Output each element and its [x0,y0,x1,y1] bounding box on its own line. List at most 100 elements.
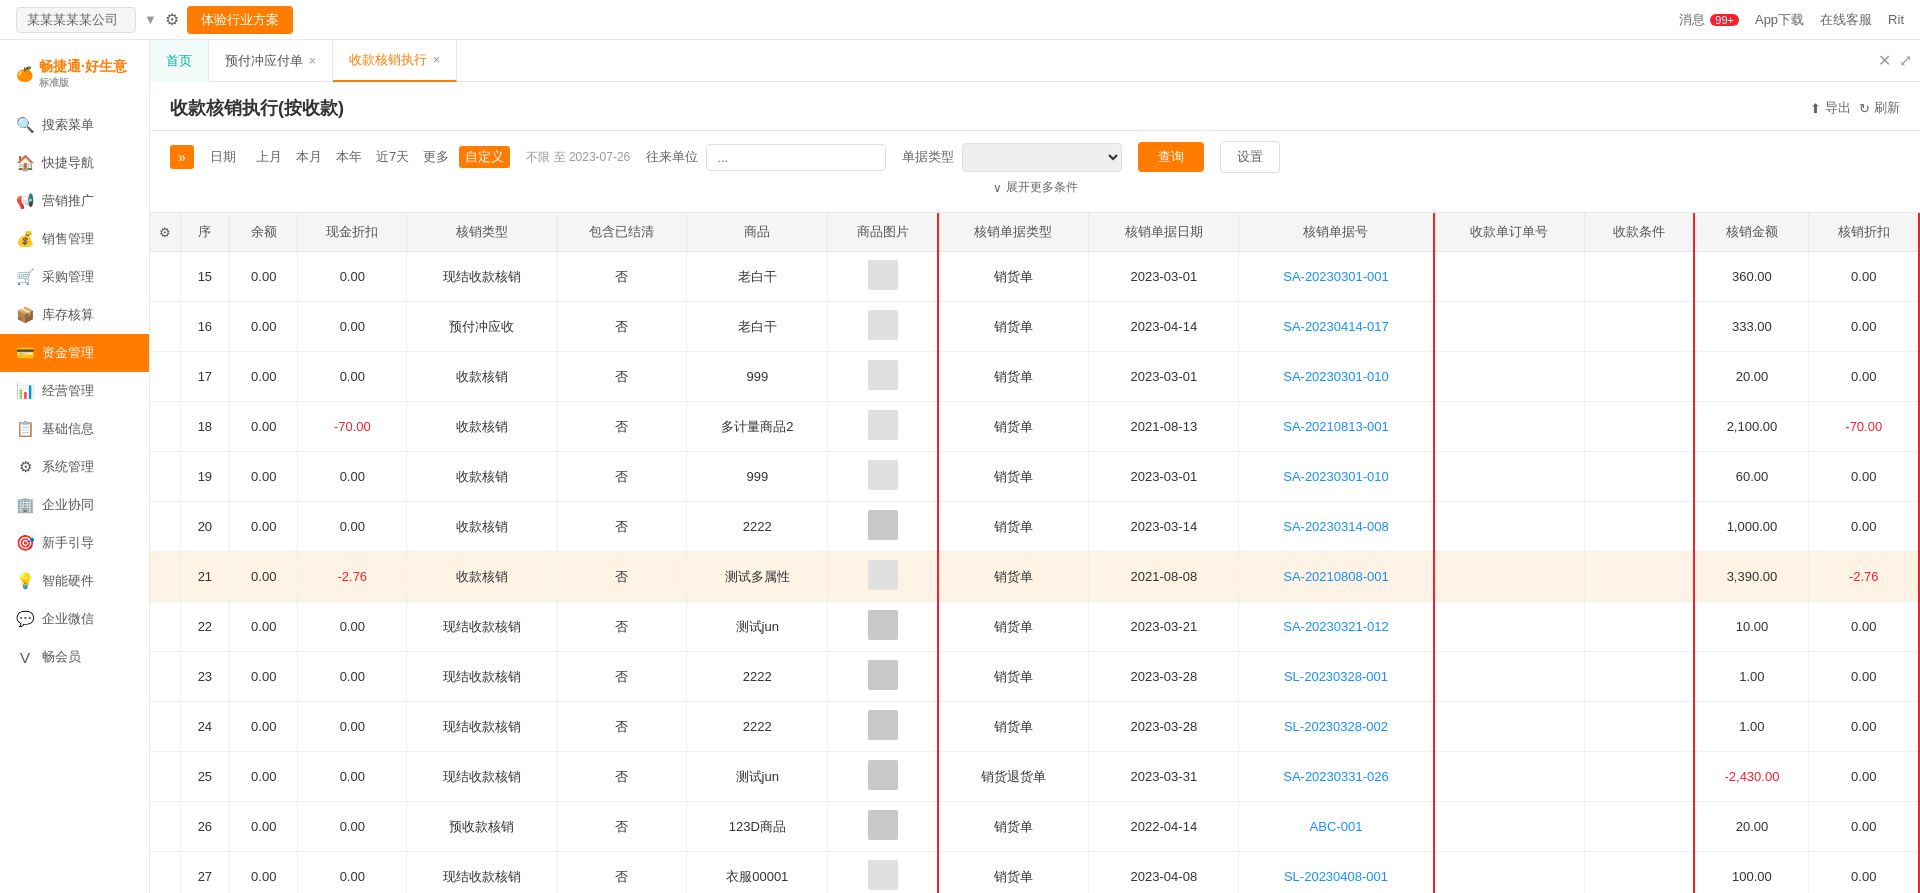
cell-writeoff-amount: 2,100.00 [1694,402,1809,452]
cell-doc-date: 2023-03-01 [1089,352,1239,402]
cell-receipt-order-no [1434,702,1585,752]
doc-no-link[interactable]: SA-20230301-010 [1283,369,1389,384]
sidebar-item-hardware[interactable]: 💡 智能硬件 [0,562,149,600]
filter-settings-btn[interactable]: 设置 [1220,141,1280,173]
sidebar-item-member[interactable]: V 畅会员 [0,638,149,676]
table-row: 15 0.00 0.00 现结收款核销 否 老白干 销货单 2023-03-01… [150,252,1919,302]
cell-cash-discount: 0.00 [298,652,407,702]
th-gear[interactable]: ⚙ [150,213,180,252]
doc-no-link[interactable]: SA-20210813-001 [1283,419,1389,434]
doc-no-link[interactable]: SA-20230301-001 [1283,269,1389,284]
doc-no-link[interactable]: SA-20230314-008 [1283,519,1389,534]
sidebar-item-business[interactable]: 📊 经营管理 [0,372,149,410]
sidebar-item-quick[interactable]: 🏠 快捷导航 [0,144,149,182]
cell-goods-img [828,752,938,802]
doc-no-link[interactable]: SA-20230414-017 [1283,319,1389,334]
doc-no-link[interactable]: SL-20230408-001 [1284,869,1388,884]
filter-date-more[interactable]: 更多 [419,146,453,168]
th-goods-img: 商品图片 [828,213,938,252]
filter-expand-btn[interactable]: » [170,145,194,169]
sidebar-item-capital[interactable]: 💳 资金管理 [0,334,149,372]
cell-writeoff-amount: -2,430.00 [1694,752,1809,802]
table-row: 19 0.00 0.00 收款核销 否 999 销货单 2023-03-01 S… [150,452,1919,502]
filter-from-unit-label: 往来单位 [646,148,698,166]
online-service-btn[interactable]: 在线客服 [1820,11,1872,29]
cell-writeoff-discount: 0.00 [1809,802,1919,852]
filter-date-custom[interactable]: 自定义 [459,146,510,168]
filter-date-7days[interactable]: 近7天 [372,146,413,168]
sidebar-item-search[interactable]: 🔍 搜索菜单 [0,106,149,144]
cell-receipt-order-no [1434,502,1585,552]
cell-no: 23 [180,652,230,702]
cell-doc-date: 2023-03-28 [1089,652,1239,702]
sidebar-item-marketing[interactable]: 📢 营销推广 [0,182,149,220]
export-btn[interactable]: ⬆ 导出 [1810,99,1851,117]
doc-no-link[interactable]: ABC-001 [1310,819,1363,834]
marketing-icon: 📢 [16,192,34,210]
cell-doc-type: 销货单 [938,252,1089,302]
expand-more-btn[interactable]: ∨ 展开更多条件 [993,179,1078,196]
doc-no-link[interactable]: SA-20230331-026 [1283,769,1389,784]
close-tab-btn[interactable]: ✕ [1878,51,1891,70]
tab-home[interactable]: 首页 [150,40,209,82]
filter-query-btn[interactable]: 查询 [1138,142,1204,172]
cell-doc-no: SL-20230408-001 [1239,852,1434,894]
sidebar-item-system[interactable]: ⚙ 系统管理 [0,448,149,486]
filter-date-this-month[interactable]: 本月 [292,146,326,168]
cell-receipt-order-no [1434,802,1585,852]
cell-no: 27 [180,852,230,894]
cell-doc-type: 销货单 [938,702,1089,752]
tab-prepay[interactable]: 预付冲应付单 × [209,40,333,82]
doc-no-link[interactable]: SL-20230328-001 [1284,669,1388,684]
tab-receipt[interactable]: 收款核销执行 × [333,40,457,82]
filter-from-unit-input[interactable] [706,144,886,171]
expand-tab-btn[interactable]: ⤢ [1899,51,1912,70]
cell-goods: 老白干 [687,252,828,302]
sidebar-item-guide[interactable]: 🎯 新手引导 [0,524,149,562]
cell-doc-no: ABC-001 [1239,802,1434,852]
doc-no-link[interactable]: SL-20230328-002 [1284,719,1388,734]
cell-goods: 123D商品 [687,802,828,852]
cell-balance: 0.00 [230,702,298,752]
sales-icon: 💰 [16,230,34,248]
trial-btn[interactable]: 体验行业方案 [187,6,293,34]
table-row: 26 0.00 0.00 预收款核销 否 123D商品 销货单 2022-04-… [150,802,1919,852]
filter-date-this-year[interactable]: 本年 [332,146,366,168]
tab-receipt-close[interactable]: × [433,53,440,67]
cell-settled: 否 [557,502,687,552]
wechat-icon: 💬 [16,610,34,628]
doc-no-link[interactable]: SA-20230321-012 [1283,619,1389,634]
cell-gear [150,552,180,602]
cell-writeoff-amount: 333.00 [1694,302,1809,352]
tab-prepay-close[interactable]: × [309,54,316,68]
company-dropdown-icon[interactable]: ▼ [144,12,157,27]
th-goods: 商品 [687,213,828,252]
settings-icon[interactable]: ⚙ [165,10,179,29]
cell-balance: 0.00 [230,652,298,702]
inventory-icon: 📦 [16,306,34,324]
table-container[interactable]: ⚙ 序 余额 现金折扣 核销类型 包含已结清 商品 商品图片 核销单据类型 核销… [150,213,1920,893]
message-btn[interactable]: 消息 99+ [1679,11,1739,29]
app-download-btn[interactable]: App下载 [1755,11,1804,29]
cell-no: 22 [180,602,230,652]
cell-goods-img [828,602,938,652]
sidebar-item-basic[interactable]: 📋 基础信息 [0,410,149,448]
basic-icon: 📋 [16,420,34,438]
company-selector[interactable]: 某某某某某公司 [16,7,136,33]
sidebar-item-purchase[interactable]: 🛒 采购管理 [0,258,149,296]
main-layout: 🍊 畅捷通·好生意 标准版 🔍 搜索菜单 🏠 快捷导航 📢 营销推广 💰 销售管… [0,40,1920,893]
sidebar-item-inventory[interactable]: 📦 库存核算 [0,296,149,334]
cell-no: 20 [180,502,230,552]
filter-date-last-month[interactable]: 上月 [252,146,286,168]
cell-gear [150,502,180,552]
sidebar-item-wechat[interactable]: 💬 企业微信 [0,600,149,638]
filter-doc-type-select[interactable] [962,143,1122,172]
sidebar-item-enterprise[interactable]: 🏢 企业协同 [0,486,149,524]
refresh-btn[interactable]: ↻ 刷新 [1859,99,1900,117]
filter-row: » 日期 上月 本月 本年 近7天 更多 自定义 不限 至 2023-07-26 [170,141,1900,173]
sidebar-item-sales[interactable]: 💰 销售管理 [0,220,149,258]
doc-no-link[interactable]: SA-20230301-010 [1283,469,1389,484]
filter-date-options: 上月 本月 本年 近7天 更多 自定义 [252,146,510,168]
doc-no-link[interactable]: SA-20210808-001 [1283,569,1389,584]
goods-image [868,760,898,790]
